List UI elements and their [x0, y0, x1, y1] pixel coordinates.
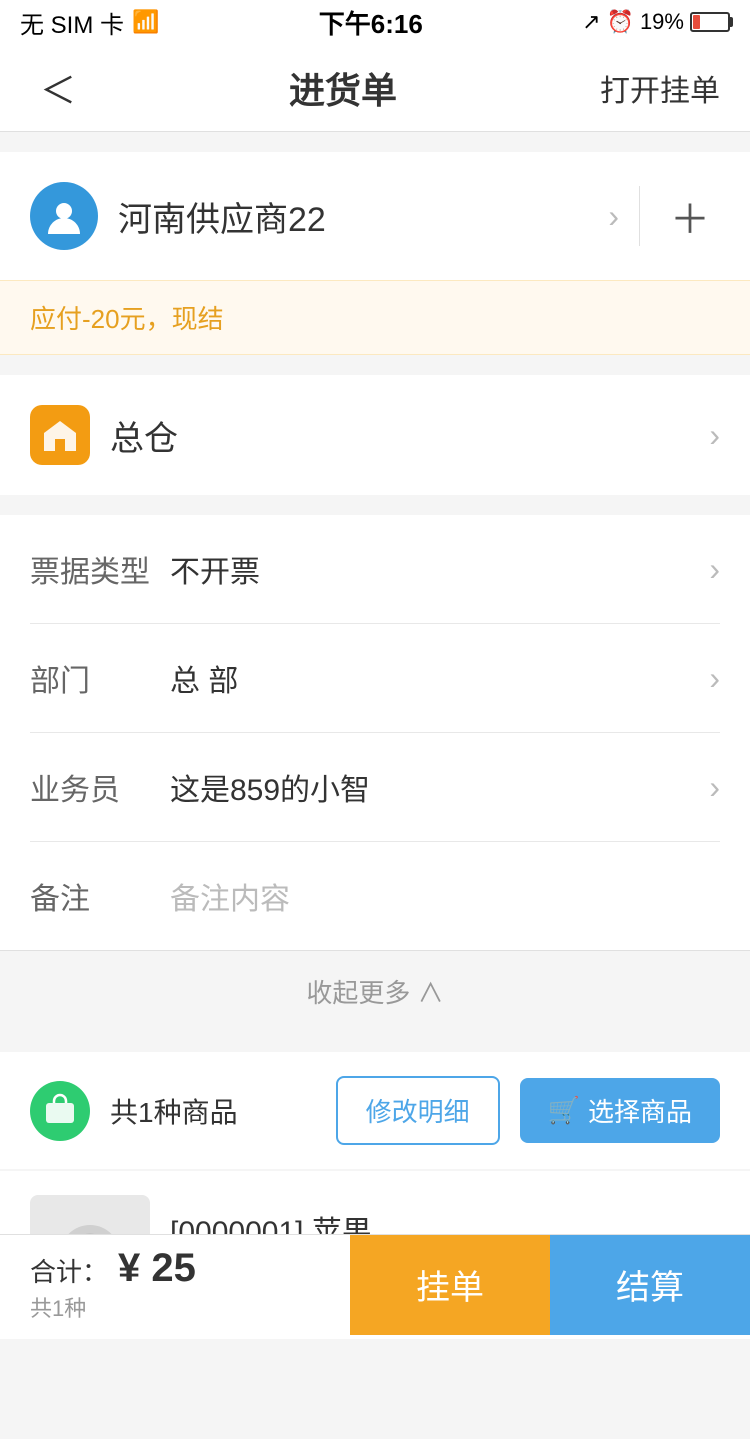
page-title: 进货单 — [289, 62, 397, 114]
remark-value: 备注内容 — [170, 874, 720, 918]
total-count: 共1种 — [30, 1291, 320, 1323]
add-supplier-button[interactable]: ＋ — [660, 177, 720, 255]
house-icon — [42, 417, 78, 453]
supplier-divider — [639, 186, 640, 246]
status-bar: 无 SIM 卡 📶 下午6:16 ↗ ⏰ 19% — [0, 0, 750, 44]
supplier-section: 河南供应商22 › ＋ — [0, 152, 750, 280]
department-row[interactable]: 部门 总 部 › — [0, 624, 750, 732]
supplier-avatar — [30, 182, 98, 250]
salesman-label: 业务员 — [30, 765, 170, 809]
payable-notice: 应付-20元，现结 — [0, 280, 750, 355]
invoice-type-row[interactable]: 票据类型 不开票 › — [0, 515, 750, 623]
products-count: 共1种商品 — [110, 1091, 316, 1131]
top-divider — [0, 132, 750, 152]
alarm-icon: ⏰ — [607, 9, 634, 35]
warehouse-name: 总仓 — [110, 411, 699, 460]
supplier-chevron-icon: › — [608, 198, 619, 235]
location-icon: ↗ — [582, 9, 600, 35]
warehouse-icon — [30, 405, 90, 465]
total-text: 合计： — [30, 1252, 108, 1289]
select-product-label: 选择商品 — [588, 1092, 692, 1129]
warehouse-section[interactable]: 总仓 › — [0, 375, 750, 495]
total-section: 合计： ¥ 25 共1种 — [0, 1246, 350, 1323]
products-header: 共1种商品 修改明细 🛒 选择商品 — [0, 1052, 750, 1169]
checkout-button[interactable]: 结算 — [550, 1235, 750, 1335]
invoice-type-label: 票据类型 — [30, 547, 170, 591]
open-hang-button[interactable]: 打开挂单 — [600, 66, 720, 110]
department-chevron-icon: › — [709, 660, 720, 697]
salesman-row[interactable]: 业务员 这是859的小智 › — [0, 733, 750, 841]
back-button[interactable]: ＜ — [30, 52, 86, 124]
invoice-type-value: 不开票 — [170, 547, 699, 591]
bottom-spacer — [0, 1339, 750, 1439]
bottom-bar: 合计： ¥ 25 共1种 挂单 结算 — [0, 1234, 750, 1334]
hang-button[interactable]: 挂单 — [350, 1235, 550, 1335]
select-product-icon: 🛒 — [548, 1095, 580, 1126]
divider-1 — [0, 355, 750, 375]
wifi-icon: 📶 — [132, 9, 159, 35]
battery-icon — [690, 12, 730, 32]
battery-text: 19% — [640, 9, 684, 35]
supplier-row[interactable]: 河南供应商22 › — [30, 152, 619, 280]
warehouse-chevron-icon: › — [709, 417, 720, 454]
select-product-button[interactable]: 🛒 选择商品 — [520, 1078, 720, 1143]
products-icon — [30, 1081, 90, 1141]
salesman-value: 这是859的小智 — [170, 765, 699, 809]
edit-detail-button[interactable]: 修改明细 — [336, 1076, 500, 1145]
user-icon — [44, 196, 84, 236]
remark-label: 备注 — [30, 874, 170, 918]
remark-row[interactable]: 备注 备注内容 — [0, 842, 750, 950]
total-label: 合计： ¥ 25 — [30, 1246, 320, 1291]
salesman-chevron-icon: › — [709, 769, 720, 806]
supplier-name: 河南供应商22 — [118, 192, 598, 241]
status-time: 下午6:16 — [319, 4, 423, 41]
department-label: 部门 — [30, 656, 170, 700]
nav-bar: ＜ 进货单 打开挂单 — [0, 44, 750, 132]
invoice-type-chevron-icon: › — [709, 551, 720, 588]
status-right: ↗ ⏰ 19% — [582, 9, 730, 35]
divider-2 — [0, 495, 750, 515]
department-value: 总 部 — [170, 656, 699, 700]
total-amount: ¥ 25 — [118, 1246, 196, 1291]
cart-icon — [42, 1093, 78, 1129]
collapse-button[interactable]: 收起更多 ∧ — [0, 950, 750, 1032]
form-section: 票据类型 不开票 › 部门 总 部 › 业务员 这是859的小智 › 备注 备注… — [0, 515, 750, 950]
carrier-text: 无 SIM 卡 — [20, 5, 124, 40]
status-carrier: 无 SIM 卡 📶 — [20, 5, 159, 40]
